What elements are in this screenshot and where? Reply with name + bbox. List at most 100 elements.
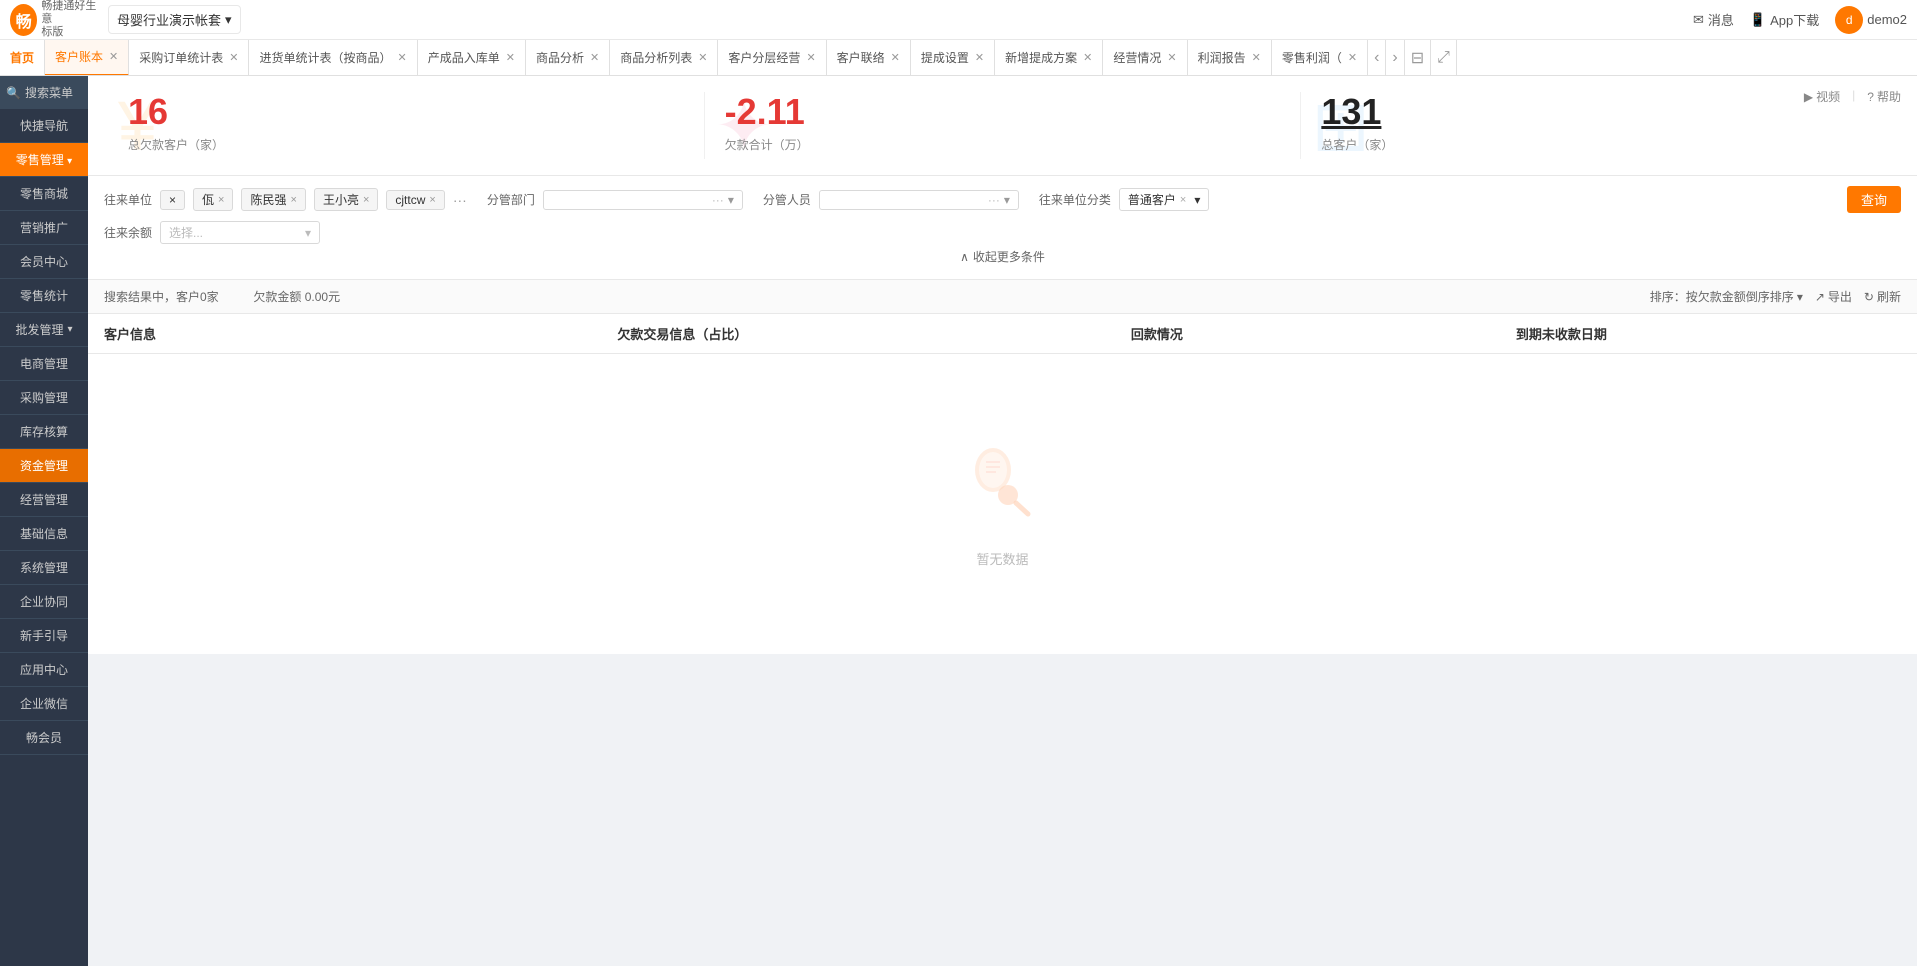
tab-retail-profit[interactable]: 零售利润（ ✕ [1272,40,1368,76]
sidebar-item-marketing[interactable]: 营销推广 [0,211,88,245]
tab-bar: 首页 客户账本 ✕ 采购订单统计表 ✕ 进货单统计表（按商品） ✕ 产成品入库单… [0,40,1917,76]
person-filter-label: 分管人员 [763,191,811,208]
collapse-filter-btn[interactable]: ∧ 收起更多条件 [104,244,1901,269]
sidebar-item-retail-mgmt[interactable]: 零售管理 ▾ [0,143,88,177]
empty-text: 暂无数据 [976,549,1028,568]
sidebar-item-app-center[interactable]: 应用中心 [0,653,88,687]
tab-retail-profit-close[interactable]: ✕ [1348,51,1357,64]
sidebar-item-member[interactable]: 畅会员 [0,721,88,755]
user-area[interactable]: d demo2 [1835,6,1907,34]
tab-goods-analysis[interactable]: 商品分析 ✕ [526,40,610,76]
tab-prev-btn[interactable]: ‹ [1368,40,1386,76]
tab-promotion-settings-close[interactable]: ✕ [975,51,984,64]
sidebar-item-sys-mgmt[interactable]: 系统管理 [0,551,88,585]
tab-expand-btn[interactable]: ⤢ [1431,40,1457,76]
tab-customer-contact[interactable]: 客户联络 ✕ [827,40,911,76]
sidebar-item-ecommerce[interactable]: 电商管理 [0,347,88,381]
dept-dropdown-icon: ▾ [728,193,734,207]
person-filter-select[interactable]: ··· ▾ [819,190,1019,210]
filter-tag-3: 王小亮 × [314,188,378,211]
sidebar-item-operations-mgmt[interactable]: 经营管理 [0,483,88,517]
query-button[interactable]: 查询 [1847,186,1901,213]
dept-arrow-icon: ··· [712,193,724,207]
stat-block-amount: ✦ -2.11 欠款合计（万） [705,92,1302,159]
filter-tag-2: 陈民强 × [241,188,305,211]
sidebar-item-quick-nav[interactable]: 快捷导航 [0,109,88,143]
messages-btn[interactable]: ✉ 消息 [1693,10,1734,29]
tab-product-stock-close[interactable]: ✕ [506,51,515,64]
export-btn[interactable]: ↗ 导出 [1815,288,1852,305]
sidebar-item-batch-mgmt[interactable]: 批发管理 ▾ [0,313,88,347]
sidebar-item-finance[interactable]: 资金管理 [0,449,88,483]
tab-customer-segment[interactable]: 客户分层经营 ✕ [718,40,826,76]
tab-goods-analysis-close[interactable]: ✕ [590,51,599,64]
filter-tag-3-label: 王小亮 [323,191,359,208]
tab-menu-btn[interactable]: ⊟ [1405,40,1431,76]
sidebar-item-purchase[interactable]: 采购管理 [0,381,88,415]
sidebar-item-member-center[interactable]: 会员中心 [0,245,88,279]
tab-profit-report[interactable]: 利润报告 ✕ [1188,40,1272,76]
sidebar-item-enterprise-wechat[interactable]: 企业微信 [0,687,88,721]
tab-customer-segment-close[interactable]: ✕ [806,51,815,64]
tab-customer-segment-label: 客户分层经营 [728,49,800,66]
tab-operations-label: 经营情况 [1113,49,1161,66]
filter-tag-3-close[interactable]: × [363,194,369,206]
filter-tag-1: 佤 × [193,188,233,211]
remainder-select[interactable]: 选择... ▾ [160,221,320,244]
data-table: 客户信息 欠款交易信息（占比） 回款情况 到期未收款日期 [88,314,1917,654]
filter-more-btn[interactable]: ··· [453,192,467,208]
sidebar-item-search-menu[interactable]: 🔍 搜索菜单 [0,76,88,109]
sidebar-item-basic-info[interactable]: 基础信息 [0,517,88,551]
filter-tag-4-close[interactable]: × [429,194,435,206]
stat-customers-number[interactable]: 16 [128,92,168,132]
tab-retail-profit-label: 零售利润（ [1282,49,1342,66]
sidebar-item-new-guide[interactable]: 新手引导 [0,619,88,653]
refresh-btn[interactable]: ↻ 刷新 [1864,288,1901,305]
remainder-placeholder: 选择... [169,224,203,241]
result-actions: 排序：按欠款金额倒序排序 ▾ ↗ 导出 ↻ 刷新 [1650,288,1901,305]
tab-profit-report-close[interactable]: ✕ [1252,51,1261,64]
filter-tag-4: cjttcw × [386,190,444,210]
sidebar-item-enterprise[interactable]: 企业协同 [0,585,88,619]
app-download-btn[interactable]: 📱 App下载 [1750,10,1819,29]
user-name: demo2 [1867,12,1907,27]
tab-customer-contact-close[interactable]: ✕ [891,51,900,64]
dept-filter-select[interactable]: ··· ▾ [543,190,743,210]
person-dropdown-icon: ▾ [1004,193,1010,207]
tab-new-promotion-close[interactable]: ✕ [1083,51,1092,64]
tab-purchase-stats[interactable]: 进货单统计表（按商品） ✕ [249,40,417,76]
sidebar-search-label: 搜索菜单 [25,84,73,101]
tab-purchase-order[interactable]: 采购订单统计表 ✕ [129,40,249,76]
sidebar-item-retail-shop[interactable]: 零售商城 [0,177,88,211]
classify-close-btn[interactable]: × [1180,194,1186,206]
sidebar-item-inventory[interactable]: 库存核算 [0,415,88,449]
tab-product-stock-label: 产成品入库单 [428,49,500,66]
collapse-label: 收起更多条件 [973,248,1045,265]
classify-filter-select[interactable]: 普通客户 × ▾ [1119,188,1209,211]
tab-goods-analysis-label: 商品分析 [536,49,584,66]
tab-operations-close[interactable]: ✕ [1167,51,1176,64]
tab-promotion-settings[interactable]: 提成设置 ✕ [911,40,995,76]
col-due-date: 到期未收款日期 [1516,324,1901,343]
filter-tag-1-close[interactable]: × [218,194,224,206]
tab-product-stock[interactable]: 产成品入库单 ✕ [418,40,526,76]
app-download-label: App下载 [1770,10,1819,29]
tab-home[interactable]: 首页 [0,40,45,76]
tab-goods-analysis-list-close[interactable]: ✕ [698,51,707,64]
tab-operations[interactable]: 经营情况 ✕ [1103,40,1187,76]
tab-purchase-order-close[interactable]: ✕ [229,51,238,64]
tab-purchase-stats-close[interactable]: ✕ [398,51,407,64]
refresh-icon: ↻ [1864,290,1874,304]
tab-account-book-close[interactable]: ✕ [109,50,118,63]
tab-goods-analysis-list[interactable]: 商品分析列表 ✕ [610,40,718,76]
tab-promotion-settings-label: 提成设置 [921,49,969,66]
sort-select[interactable]: 排序：按欠款金额倒序排序 ▾ [1650,288,1803,305]
filter-tag-2-close[interactable]: × [291,194,297,206]
filter-row-1: 往来单位 × 佤 × 陈民强 × 王小亮 × cjttcw [104,186,1901,213]
tab-new-promotion[interactable]: 新增提成方案 ✕ [995,40,1103,76]
tab-next-btn[interactable]: › [1386,40,1404,76]
stat-total-number[interactable]: 131 [1321,92,1381,132]
tab-account-book[interactable]: 客户账本 ✕ [45,40,129,76]
sidebar-item-retail-stats[interactable]: 零售统计 [0,279,88,313]
workspace-selector[interactable]: 母婴行业演示帐套 ▾ [108,5,241,34]
